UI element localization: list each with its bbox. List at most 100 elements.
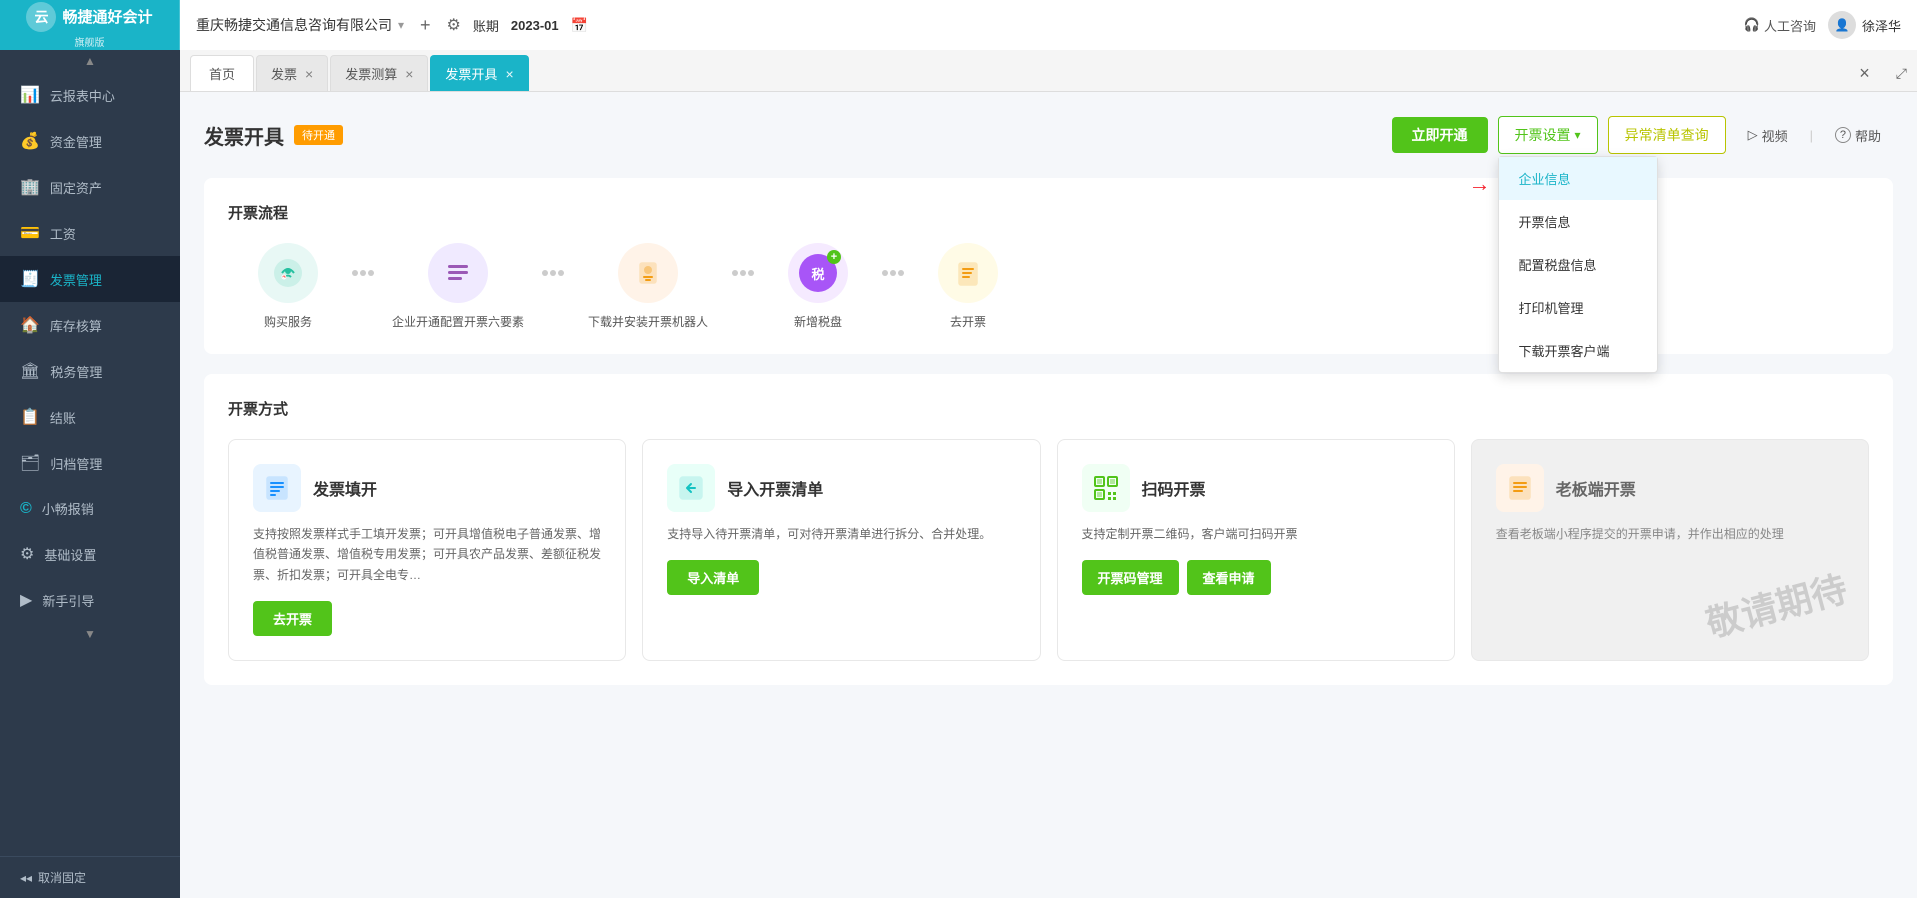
sidebar: ▲ 📊 云报表中心 💰 资金管理 🏢 固定资产 💳 工资 🧾 发票管理 🏠 库存…: [0, 50, 180, 898]
period-label: 账期: [473, 16, 499, 35]
window-maximize-btn[interactable]: ⤢: [1886, 55, 1917, 91]
sidebar-item-basic-settings[interactable]: ⚙ 基础设置: [0, 531, 180, 577]
import-list-icon: [667, 464, 715, 512]
sidebar-item-inventory[interactable]: 🏠 库存核算: [0, 302, 180, 348]
page-content: 发票开具 待开通 立即开通 开票设置 ▾ → 企业信息 开: [180, 92, 1917, 898]
sidebar-scroll-up[interactable]: ▲: [0, 50, 180, 72]
sidebar-item-archive[interactable]: 🗂 归档管理: [0, 440, 180, 486]
import-list-title: 导入开票清单: [727, 476, 823, 500]
sidebar-item-accounting[interactable]: 📋 结账: [0, 394, 180, 440]
manual-fill-icon: [253, 464, 301, 512]
tab-invoice[interactable]: 发票 ×: [256, 55, 328, 91]
sidebar-scroll-down[interactable]: ▼: [0, 623, 180, 645]
consultation-btn[interactable]: 🎧 人工咨询: [1744, 16, 1816, 35]
sidebar-item-report-sales[interactable]: © 小畅报销: [0, 486, 180, 531]
fixed-assets-icon: 🏢: [20, 177, 40, 197]
invoice-mgmt-icon: 🧾: [20, 269, 40, 289]
sidebar-item-new-guide[interactable]: ▶ 新手引导: [0, 577, 180, 623]
settings-btn[interactable]: 开票设置 ▾: [1498, 116, 1598, 154]
basic-settings-icon: ⚙: [20, 544, 34, 564]
method-card-import-list: 导入开票清单 支持导入待开票清单，可对待开票清单进行拆分、合并处理。 导入清单: [642, 439, 1040, 661]
company-name: 重庆畅捷交通信息咨询有限公司: [196, 15, 392, 35]
sidebar-item-cloud-report[interactable]: 📊 云报表中心: [0, 72, 180, 118]
methods-section-title: 开票方式: [228, 398, 1869, 419]
period-value: 2023-01: [511, 18, 559, 33]
tab-invoice-calc-close[interactable]: ×: [405, 66, 413, 82]
video-btn[interactable]: ▷ 视频: [1736, 118, 1800, 153]
sidebar-item-invoice-mgmt[interactable]: 🧾 发票管理: [0, 256, 180, 302]
method-card-scan-code: 扫码开票 支持定制开票二维码，客户端可扫码开票 开票码管理 查看申请: [1057, 439, 1455, 661]
fund-mgmt-icon: 💰: [20, 131, 40, 151]
sidebar-item-tax-mgmt[interactable]: 🏛 税务管理: [0, 348, 180, 394]
accounting-icon: 📋: [20, 407, 40, 427]
scan-code-title: 扫码开票: [1142, 476, 1206, 500]
flow-step-2: 企业开通配置开票六要素: [378, 243, 538, 330]
report-sales-icon: ©: [20, 500, 32, 518]
settings-btn-wrapper: 开票设置 ▾ → 企业信息 开票信息 配置税盘信息 打印机管理 下载开票客户端: [1498, 116, 1598, 154]
tab-invoice-issue[interactable]: 发票开具 ×: [430, 55, 528, 91]
method-card-manual-fill: 发票填开 支持按照发票样式手工填开发票；可开具增值税电子普通发票、增值税普通发票…: [228, 439, 626, 661]
manual-fill-btn[interactable]: 去开票: [253, 601, 332, 636]
manual-fill-desc: 支持按照发票样式手工填开发票；可开具增值税电子普通发票、增值税普通发票、增值税专…: [253, 524, 601, 585]
flow-step-1-label: 购买服务: [264, 313, 312, 330]
question-circle-icon: ?: [1835, 127, 1851, 143]
calendar-icon[interactable]: 📅: [571, 17, 588, 34]
import-list-desc: 支持导入待开票清单，可对待开票清单进行拆分、合并处理。: [667, 524, 1015, 544]
chevron-down-icon[interactable]: ▾: [398, 18, 404, 32]
add-tab-btn[interactable]: +: [416, 15, 435, 36]
logo-area: 云 畅捷通好会计 旗舰版: [0, 0, 180, 50]
page-title: 发票开具: [204, 121, 284, 150]
tab-home[interactable]: 首页: [190, 55, 254, 91]
app-title: 畅捷通好会计: [62, 6, 152, 27]
tab-invoice-calc[interactable]: 发票测算 ×: [330, 55, 428, 91]
settings-gear-icon[interactable]: ⚙: [447, 15, 461, 35]
activate-btn[interactable]: 立即开通: [1392, 117, 1488, 153]
inventory-icon: 🏠: [20, 315, 40, 335]
tab-invoice-close[interactable]: ×: [305, 66, 313, 82]
dropdown-item-printer[interactable]: 打印机管理: [1499, 286, 1657, 329]
scan-code-btn2[interactable]: 查看申请: [1187, 560, 1271, 595]
tab-bar: 首页 发票 × 发票测算 × 发票开具 × × ⤢: [180, 50, 1917, 92]
dropdown-item-download-client[interactable]: 下载开票客户端: [1499, 329, 1657, 372]
app-subtitle: 旗舰版: [75, 34, 105, 49]
flow-step-3: 下载并安装开票机器人: [568, 243, 728, 330]
page-header: 发票开具 待开通 立即开通 开票设置 ▾ → 企业信息 开: [204, 116, 1893, 154]
cloud-report-icon: 📊: [20, 85, 40, 105]
abnormal-btn[interactable]: 异常清单查询: [1608, 116, 1726, 154]
new-guide-icon: ▶: [20, 590, 32, 610]
pin-icon: ◂◂: [20, 871, 32, 885]
dropdown-item-tax-disk[interactable]: 配置税盘信息: [1499, 243, 1657, 286]
flow-step-1: 购买服务: [228, 243, 348, 330]
avatar: 👤: [1828, 11, 1856, 39]
flow-step-4-label: 新增税盘: [794, 313, 842, 330]
boss-title: 老板端开票: [1556, 476, 1636, 500]
flow-step-4: 税 + 新增税盘: [758, 243, 878, 330]
scan-code-btn1[interactable]: 开票码管理: [1082, 560, 1179, 595]
play-circle-icon: ▷: [1748, 127, 1758, 143]
settings-chevron-icon: ▾: [1575, 128, 1581, 142]
scan-code-desc: 支持定制开票二维码，客户端可扫码开票: [1082, 524, 1430, 544]
import-list-btn[interactable]: 导入清单: [667, 560, 759, 595]
help-btn[interactable]: ? 帮助: [1823, 118, 1893, 153]
company-selector[interactable]: 重庆畅捷交通信息咨询有限公司 ▾: [196, 15, 404, 35]
dropdown-item-invoice-info[interactable]: 开票信息: [1499, 200, 1657, 243]
sidebar-item-salary[interactable]: 💳 工资: [0, 210, 180, 256]
user-area[interactable]: 👤 徐泽华: [1828, 11, 1901, 39]
settings-dropdown: → 企业信息 开票信息 配置税盘信息 打印机管理 下载开票客户端: [1498, 156, 1658, 373]
headset-icon: 🎧: [1744, 17, 1760, 33]
sidebar-item-fixed-assets[interactable]: 🏢 固定资产: [0, 164, 180, 210]
method-card-boss: 老板端开票 查看老板端小程序提交的开票申请，并作出相应的处理 敬请期待: [1471, 439, 1869, 661]
sidebar-item-fund-mgmt[interactable]: 💰 资金管理: [0, 118, 180, 164]
dropdown-item-company-info[interactable]: 企业信息: [1499, 157, 1657, 200]
flow-step-2-label: 企业开通配置开票六要素: [392, 313, 524, 330]
boss-icon: [1496, 464, 1544, 512]
manual-fill-title: 发票填开: [313, 476, 377, 500]
boss-desc: 查看老板端小程序提交的开票申请，并作出相应的处理: [1496, 524, 1844, 544]
archive-icon: 🗂: [20, 453, 40, 473]
window-close-btn[interactable]: ×: [1845, 55, 1884, 91]
username: 徐泽华: [1862, 16, 1901, 35]
tax-mgmt-icon: 🏛: [20, 361, 40, 381]
sidebar-collapse-btn[interactable]: ◂◂ 取消固定: [0, 856, 180, 898]
tab-invoice-issue-close[interactable]: ×: [505, 66, 513, 82]
flow-step-3-label: 下载并安装开票机器人: [588, 313, 708, 330]
